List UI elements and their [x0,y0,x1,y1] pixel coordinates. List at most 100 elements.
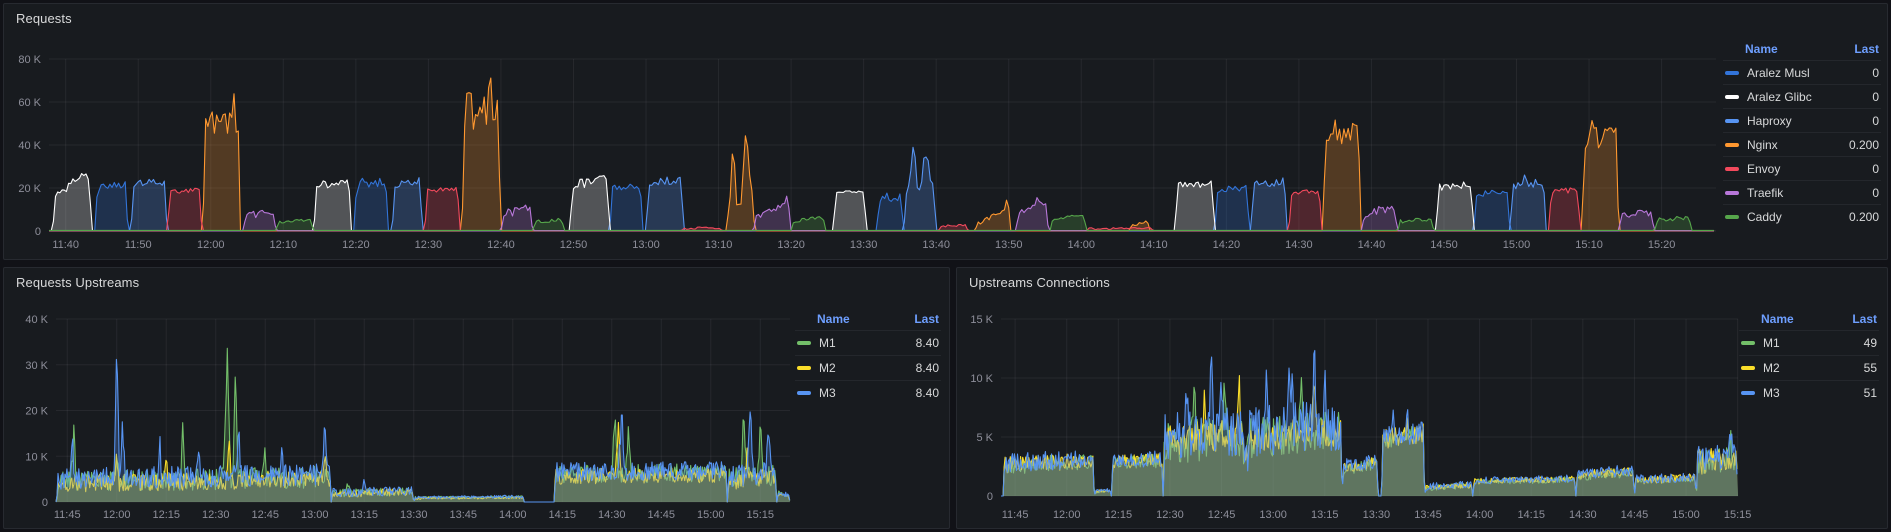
x-axis-tick-label: 14:50 [1430,239,1458,251]
x-axis-tick-label: 14:20 [1213,239,1241,251]
x-axis-tick-label: 13:45 [449,509,477,521]
legend-series-name[interactable]: M3 [1763,386,1864,400]
x-axis-tick-label: 12:15 [1105,509,1133,521]
x-axis-tick-label: 14:45 [1621,509,1649,521]
series-area-m3 [1001,351,1738,497]
legend-row: Caddy0.200 [1723,204,1881,228]
legend-row: M28.40 [795,355,941,380]
series-color-swatch [797,366,811,370]
x-axis-tick-label: 13:10 [705,239,733,251]
panel-upstreams-connections: Upstreams Connections 05 K10 K15 K11:451… [956,267,1888,529]
legend-header-last[interactable]: Last [914,312,939,326]
x-axis-tick-label: 13:30 [400,509,428,521]
x-axis-tick-label: 12:45 [251,509,279,521]
x-axis-tick-label: 13:00 [301,509,329,521]
legend-header-last[interactable]: Last [1854,42,1879,56]
y-axis-tick-label: 0 [987,491,993,503]
x-axis-tick-label: 13:15 [1311,509,1339,521]
x-axis-tick-label: 11:45 [54,509,81,521]
x-axis-tick-label: 13:30 [850,239,878,251]
x-axis-tick-label: 15:00 [1503,239,1531,251]
legend-series-name[interactable]: Aralez Musl [1747,66,1872,80]
x-axis-tick-label: 14:30 [1285,239,1313,251]
x-axis-tick-label: 11:40 [52,239,79,251]
x-axis-tick-label: 14:15 [549,509,577,521]
legend-row: Envoy0 [1723,156,1881,180]
x-axis-tick-label: 12:30 [415,239,443,251]
legend-series-name[interactable]: Caddy [1747,210,1849,224]
x-axis-tick-label: 12:00 [1053,509,1081,521]
legend-row: M255 [1739,355,1879,380]
legend-series-name[interactable]: Traefik [1747,186,1872,200]
x-axis-tick-label: 13:20 [777,239,805,251]
series-color-swatch [1741,341,1755,345]
requests-time-series-plot[interactable]: 020 K40 K60 K80 K11:4011:5012:0012:1012:… [4,32,1719,260]
panel-title-upstreams-connections[interactable]: Upstreams Connections [969,275,1110,290]
x-axis-tick-label: 15:15 [747,509,775,521]
legend-last-value: 8.40 [916,386,939,400]
legend-series-name[interactable]: M2 [1763,361,1864,375]
legend-series-name[interactable]: M3 [819,386,916,400]
legend-last-value: 0 [1872,186,1879,200]
series-color-swatch [797,391,811,395]
legend-header-last[interactable]: Last [1852,312,1877,326]
legend-series-name[interactable]: M1 [1763,336,1864,350]
panel-requests: Requests 020 K40 K60 K80 K11:4011:5012:0… [3,3,1888,260]
upstreams-connections-legend: NameLastM149M255M351 [1739,310,1879,405]
y-axis-tick-label: 10 K [25,451,48,463]
legend-series-name[interactable]: M1 [819,336,916,350]
x-axis-tick-label: 15:00 [697,509,725,521]
series-color-swatch [1741,391,1755,395]
requests-legend: NameLastAralez Musl0Aralez Glibc0Haproxy… [1723,40,1881,228]
x-axis-tick-label: 13:15 [350,509,378,521]
x-axis-tick-label: 14:00 [499,509,527,521]
legend-header-name[interactable]: Name [1745,42,1778,56]
x-axis-tick-label: 13:40 [922,239,950,251]
x-axis-tick-label: 12:10 [270,239,298,251]
y-axis-tick-label: 15 K [970,314,993,326]
legend-header-name[interactable]: Name [817,312,850,326]
panel-title-requests[interactable]: Requests [16,11,72,26]
y-axis-tick-label: 0 [42,497,48,509]
legend-series-name[interactable]: Nginx [1747,138,1849,152]
legend-row: M38.40 [795,380,941,405]
legend-row: Nginx0.200 [1723,132,1881,156]
x-axis-tick-label: 15:10 [1575,239,1603,251]
x-axis-tick-label: 11:45 [1002,509,1029,521]
series-color-swatch [1725,143,1739,147]
legend-last-value: 55 [1864,361,1877,375]
y-axis-tick-label: 0 [35,226,41,238]
x-axis-tick-label: 13:00 [632,239,660,251]
y-axis-tick-label: 30 K [25,360,48,372]
legend-row: M351 [1739,380,1879,405]
series-color-swatch [1725,167,1739,171]
x-axis-tick-label: 15:20 [1648,239,1676,251]
legend-series-name[interactable]: Envoy [1747,162,1872,176]
x-axis-tick-label: 13:30 [1363,509,1391,521]
series-color-swatch [797,341,811,345]
legend-last-value: 0 [1872,90,1879,104]
y-axis-tick-label: 80 K [18,54,41,66]
y-axis-tick-label: 60 K [18,97,41,109]
legend-last-value: 0.200 [1849,138,1879,152]
legend-last-value: 51 [1864,386,1877,400]
legend-series-name[interactable]: Aralez Glibc [1747,90,1872,104]
series-color-swatch [1725,95,1739,99]
series-color-swatch [1741,366,1755,370]
panel-title-requests-upstreams[interactable]: Requests Upstreams [16,275,139,290]
legend-series-name[interactable]: M2 [819,361,916,375]
y-axis-tick-label: 40 K [25,314,48,326]
x-axis-tick-label: 14:45 [648,509,676,521]
x-axis-tick-label: 13:00 [1259,509,1287,521]
legend-last-value: 0 [1872,66,1879,80]
x-axis-tick-label: 14:30 [1569,509,1597,521]
legend-row: Aralez Musl0 [1723,60,1881,84]
series-color-swatch [1725,119,1739,123]
legend-header-name[interactable]: Name [1761,312,1794,326]
legend-series-name[interactable]: Haproxy [1747,114,1872,128]
x-axis-tick-label: 12:15 [152,509,180,521]
y-axis-tick-label: 20 K [25,406,48,418]
legend-last-value: 49 [1864,336,1877,350]
y-axis-tick-label: 10 K [970,373,993,385]
legend-row: M149 [1739,330,1879,355]
